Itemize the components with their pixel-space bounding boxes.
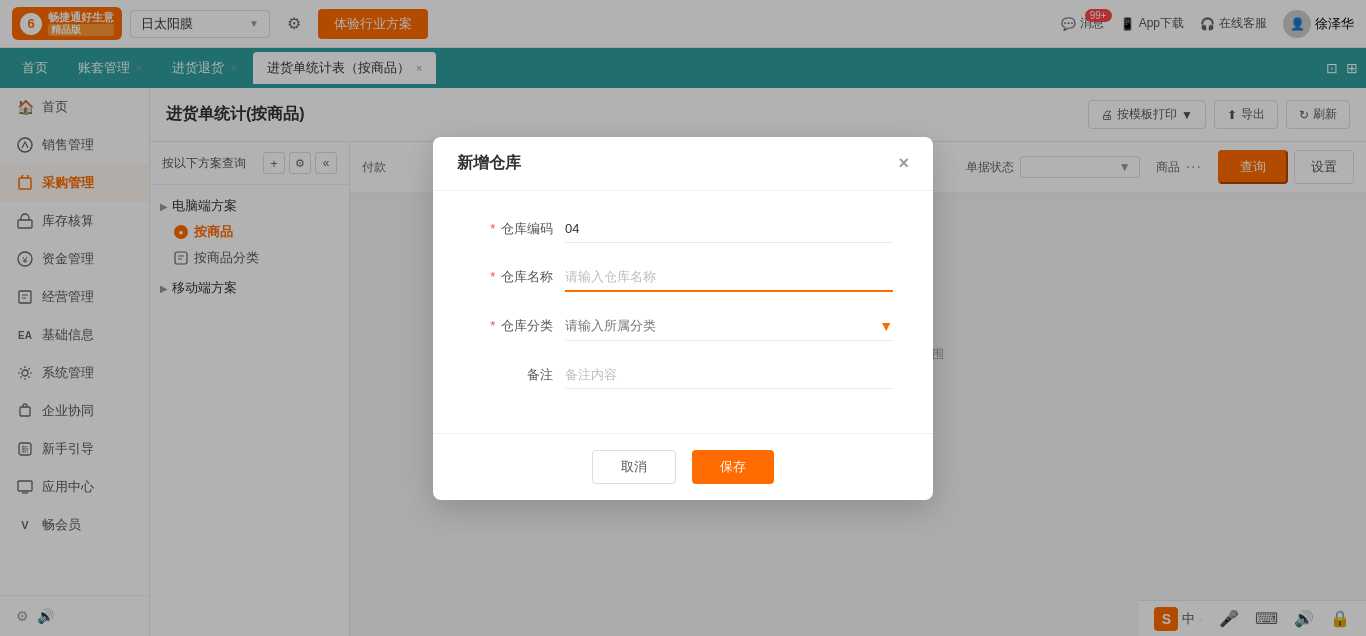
modal-footer: 取消 保存 [433,433,933,500]
form-row-name: * 仓库名称 [473,263,893,292]
code-label: * 仓库编码 [473,220,553,238]
name-input[interactable] [565,263,893,292]
remark-label: 备注 [473,366,553,384]
cancel-button[interactable]: 取消 [592,450,676,484]
category-dropdown-icon: ▼ [879,318,893,334]
remark-input[interactable] [565,361,893,389]
modal-header: 新增仓库 × [433,137,933,191]
category-select[interactable]: ▼ [565,312,893,341]
modal-body: * 仓库编码 * 仓库名称 * 仓库分类 [433,191,933,433]
category-input[interactable] [565,318,879,333]
add-warehouse-modal: 新增仓库 × * 仓库编码 * 仓库名称 [433,137,933,500]
save-button[interactable]: 保存 [692,450,774,484]
code-input[interactable] [565,215,893,243]
modal-overlay: 新增仓库 × * 仓库编码 * 仓库名称 [0,0,1366,636]
form-row-category: * 仓库分类 ▼ [473,312,893,341]
form-row-code: * 仓库编码 [473,215,893,243]
modal-close-icon[interactable]: × [898,153,909,174]
form-row-remark: 备注 [473,361,893,389]
modal-title: 新增仓库 [457,153,521,174]
name-label: * 仓库名称 [473,268,553,286]
category-label: * 仓库分类 [473,317,553,335]
